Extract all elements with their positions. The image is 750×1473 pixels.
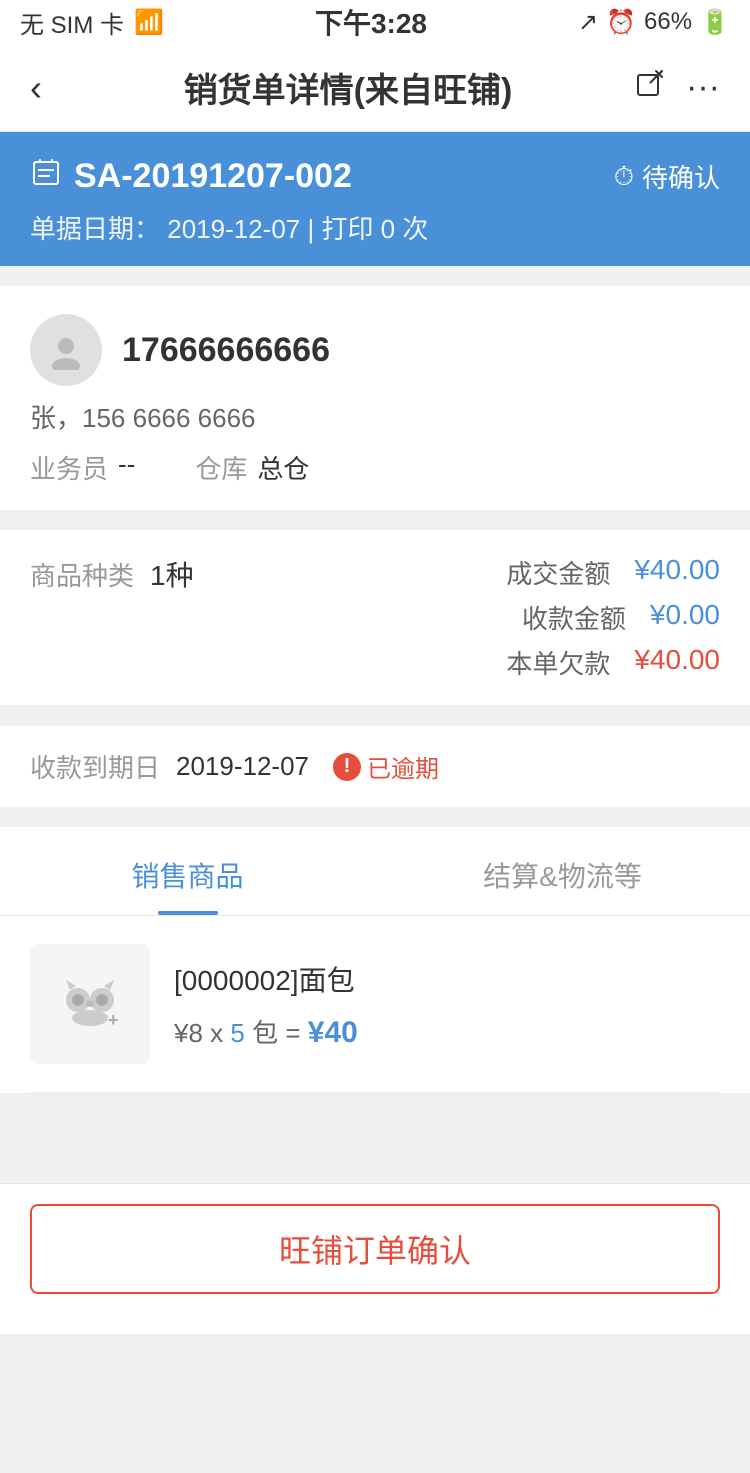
product-qty: 5 (230, 1018, 244, 1048)
svg-text:+: + (108, 1010, 119, 1030)
status-clock-icon: ⏱ (614, 161, 634, 193)
order-header-top: SA-20191207-002 ⏱ 待确认 (30, 156, 720, 197)
more-button[interactable]: ··· (686, 68, 720, 107)
customer-meta: 业务员 -- 仓库 总仓 (30, 449, 720, 486)
owed-label: 本单欠款 (506, 644, 610, 681)
tab-settlement[interactable]: 结算&物流等 (375, 827, 750, 915)
carrier-text: 无 SIM 卡 (20, 5, 124, 40)
salesperson-value: -- (118, 449, 135, 486)
date-value: 2019-12-07 (167, 214, 300, 244)
product-type-value: 1种 (150, 554, 194, 594)
product-unit: 包 (252, 1018, 278, 1048)
owed-value: ¥40.00 (634, 644, 720, 681)
order-header-card: SA-20191207-002 ⏱ 待确认 单据日期： 2019-12-07 |… (0, 132, 750, 266)
received-label: 收款金额 (522, 599, 626, 636)
warehouse-meta: 仓库 总仓 (195, 449, 309, 486)
status-bar: 无 SIM 卡 📶 下午3:28 ↗ ⏰ 66% 🔋 (0, 0, 750, 44)
battery-text: 66% (644, 8, 692, 36)
product-info: [0000002]面包 ¥8 x 5 包 = ¥40 (174, 959, 720, 1050)
print-info: | 打印 0 次 (307, 214, 428, 244)
amount-label: 成交金额 (506, 554, 610, 591)
product-price-row: ¥8 x 5 包 = ¥40 (174, 1013, 720, 1050)
overdue-icon: ! (333, 753, 361, 781)
duedate-label: 收款到期日 (30, 748, 160, 785)
page-title: 销货单详情(来自旺铺) (62, 63, 634, 112)
product-total: ¥40 (308, 1016, 358, 1049)
equals-sign: = (285, 1018, 307, 1048)
status-left: 无 SIM 卡 📶 (20, 5, 164, 40)
salesperson-label: 业务员 (30, 449, 108, 486)
date-label: 单据日期： (30, 214, 160, 244)
product-name: [0000002]面包 (174, 959, 720, 999)
tab-settlement-label: 结算&物流等 (483, 861, 642, 892)
amount-value: ¥40.00 (634, 554, 720, 591)
salesperson-meta: 业务员 -- (30, 449, 135, 486)
overdue-badge: ! 已逾期 (333, 749, 439, 784)
avatar (30, 314, 102, 386)
nav-bar: ‹ 销货单详情(来自旺铺) ··· (0, 44, 750, 132)
tabs-header: 销售商品 结算&物流等 (0, 827, 750, 916)
nav-actions: ··· (634, 67, 720, 108)
time-display: 下午3:28 (315, 2, 427, 42)
order-date-line: 单据日期： 2019-12-07 | 打印 0 次 (30, 209, 720, 246)
customer-phone: 17666666666 (122, 331, 330, 370)
order-status: ⏱ 待确认 (614, 158, 720, 195)
order-icon (30, 156, 62, 197)
tabs-section: 销售商品 结算&物流等 (0, 827, 750, 1093)
product-type-label: 商品种类 (30, 556, 134, 593)
customer-name: 张，156 6666 6666 (30, 398, 720, 435)
duedate-section: 收款到期日 2019-12-07 ! 已逾期 (0, 725, 750, 807)
tab-products-label: 销售商品 (131, 861, 243, 892)
warehouse-label: 仓库 (195, 449, 247, 486)
product-price: ¥8 (174, 1018, 203, 1048)
wifi-icon: 📶 (134, 8, 164, 37)
order-id: SA-20191207-002 (30, 156, 352, 197)
summary-row: 商品种类 1种 成交金额 ¥40.00 收款金额 ¥0.00 本单欠款 ¥40.… (30, 554, 720, 681)
product-thumbnail: + (30, 944, 150, 1064)
price-multiply: x (210, 1018, 230, 1048)
overdue-text: 已逾期 (367, 749, 439, 784)
product-list: + [0000002]面包 ¥8 x 5 包 = ¥40 (0, 916, 750, 1093)
location-icon: ↗ (578, 8, 598, 37)
received-value: ¥0.00 (650, 599, 720, 636)
amount-row-total: 成交金额 ¥40.00 (506, 554, 720, 591)
amount-row-owed: 本单欠款 ¥40.00 (506, 644, 720, 681)
customer-section: 17666666666 张，156 6666 6666 业务员 -- 仓库 总仓 (0, 286, 750, 510)
status-right: ↗ ⏰ 66% 🔋 (578, 8, 730, 37)
order-id-text: SA-20191207-002 (74, 157, 352, 196)
summary-section: 商品种类 1种 成交金额 ¥40.00 收款金额 ¥0.00 本单欠款 ¥40.… (0, 530, 750, 705)
duedate-value: 2019-12-07 (176, 751, 309, 782)
bottom-bar: 旺铺订单确认 (0, 1183, 750, 1334)
summary-right: 成交金额 ¥40.00 收款金额 ¥0.00 本单欠款 ¥40.00 (506, 554, 720, 681)
summary-left: 商品种类 1种 (30, 554, 194, 594)
alarm-icon: ⏰ (606, 8, 636, 37)
warehouse-value: 总仓 (257, 449, 309, 486)
customer-row: 17666666666 (30, 314, 720, 386)
tab-products[interactable]: 销售商品 (0, 827, 375, 915)
share-button[interactable] (634, 67, 666, 108)
amount-row-received: 收款金额 ¥0.00 (522, 599, 720, 636)
status-text: 待确认 (642, 158, 720, 195)
battery-icon: 🔋 (700, 8, 730, 37)
product-item: + [0000002]面包 ¥8 x 5 包 = ¥40 (30, 916, 720, 1093)
confirm-button[interactable]: 旺铺订单确认 (30, 1204, 720, 1294)
back-button[interactable]: ‹ (30, 67, 42, 109)
